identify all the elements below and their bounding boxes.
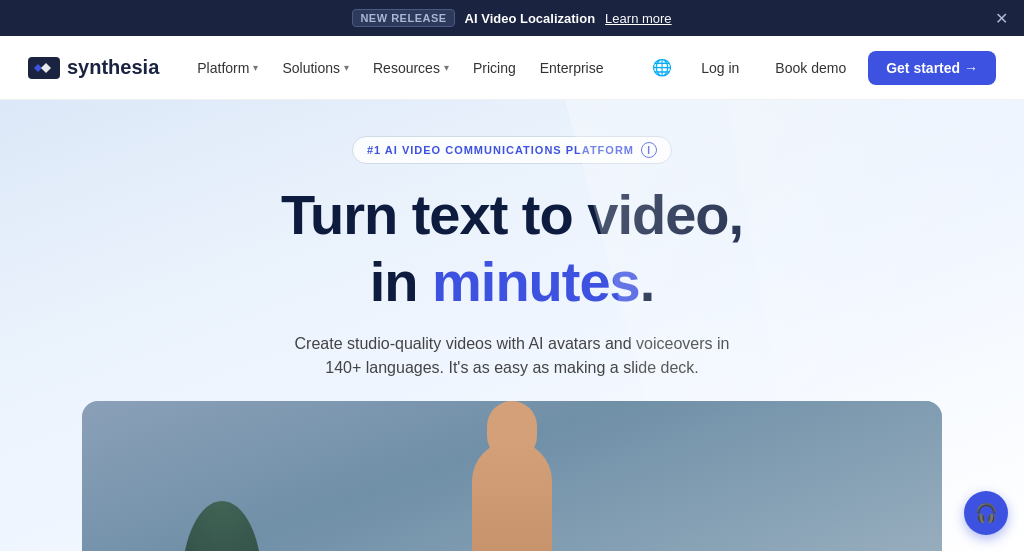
nav-label-enterprise: Enterprise <box>540 60 604 76</box>
hero-title-normal: in <box>370 250 432 313</box>
hero-title-line1: Turn text to video, <box>20 184 1004 246</box>
hero-subtitle: Create studio-quality videos with AI ava… <box>282 332 742 380</box>
avatar-figure <box>462 421 562 551</box>
solutions-chevron-icon: ▾ <box>344 62 349 73</box>
resources-chevron-icon: ▾ <box>444 62 449 73</box>
nav-item-resources[interactable]: Resources ▾ <box>363 54 459 82</box>
video-preview: 🔇 <box>82 401 942 551</box>
logo-text: synthesia <box>67 56 159 79</box>
nav-item-enterprise[interactable]: Enterprise <box>530 54 614 82</box>
navbar-right: 🌐 Log in Book demo Get started → <box>645 51 996 85</box>
hero-badge: #1 AI VIDEO COMMUNICATIONS PLATFORM i <box>352 136 672 164</box>
hero-title-highlight: minutes <box>432 250 640 313</box>
hero-title-punctuation: . <box>640 250 655 313</box>
nav-item-pricing[interactable]: Pricing <box>463 54 526 82</box>
logo-icon <box>28 57 60 79</box>
globe-icon: 🌐 <box>652 58 672 77</box>
get-started-button[interactable]: Get started → <box>868 51 996 85</box>
announcement-title: AI Video Localization <box>465 11 596 26</box>
video-preview-inner: 🔇 <box>82 401 942 551</box>
announcement-bar: NEW RELEASE AI Video Localization Learn … <box>0 0 1024 36</box>
headphones-icon: 🎧 <box>975 502 997 524</box>
hero-title-line2: in minutes. <box>20 250 1004 314</box>
login-button[interactable]: Log in <box>687 53 753 83</box>
book-demo-button[interactable]: Book demo <box>761 53 860 83</box>
support-bubble-button[interactable]: 🎧 <box>964 491 1008 535</box>
platform-chevron-icon: ▾ <box>253 62 258 73</box>
navbar: synthesia Platform ▾ Solutions ▾ Resourc… <box>0 36 1024 100</box>
hero-section: #1 AI VIDEO COMMUNICATIONS PLATFORM i Tu… <box>0 100 1024 551</box>
info-icon[interactable]: i <box>641 142 657 158</box>
globe-button[interactable]: 🌐 <box>645 51 679 85</box>
learn-more-link[interactable]: Learn more <box>605 11 671 26</box>
nav-item-solutions[interactable]: Solutions ▾ <box>272 54 359 82</box>
nav-label-platform: Platform <box>197 60 249 76</box>
navbar-nav: Platform ▾ Solutions ▾ Resources ▾ Prici… <box>187 54 645 82</box>
logo[interactable]: synthesia <box>28 56 159 79</box>
nav-label-pricing: Pricing <box>473 60 516 76</box>
nav-label-resources: Resources <box>373 60 440 76</box>
plant-decoration <box>162 421 282 551</box>
nav-item-platform[interactable]: Platform ▾ <box>187 54 268 82</box>
new-release-badge: NEW RELEASE <box>352 9 454 27</box>
announcement-close-button[interactable]: ✕ <box>995 9 1008 28</box>
nav-label-solutions: Solutions <box>282 60 340 76</box>
hero-badge-text: #1 AI VIDEO COMMUNICATIONS PLATFORM <box>367 144 634 156</box>
avatar-body <box>472 441 552 551</box>
